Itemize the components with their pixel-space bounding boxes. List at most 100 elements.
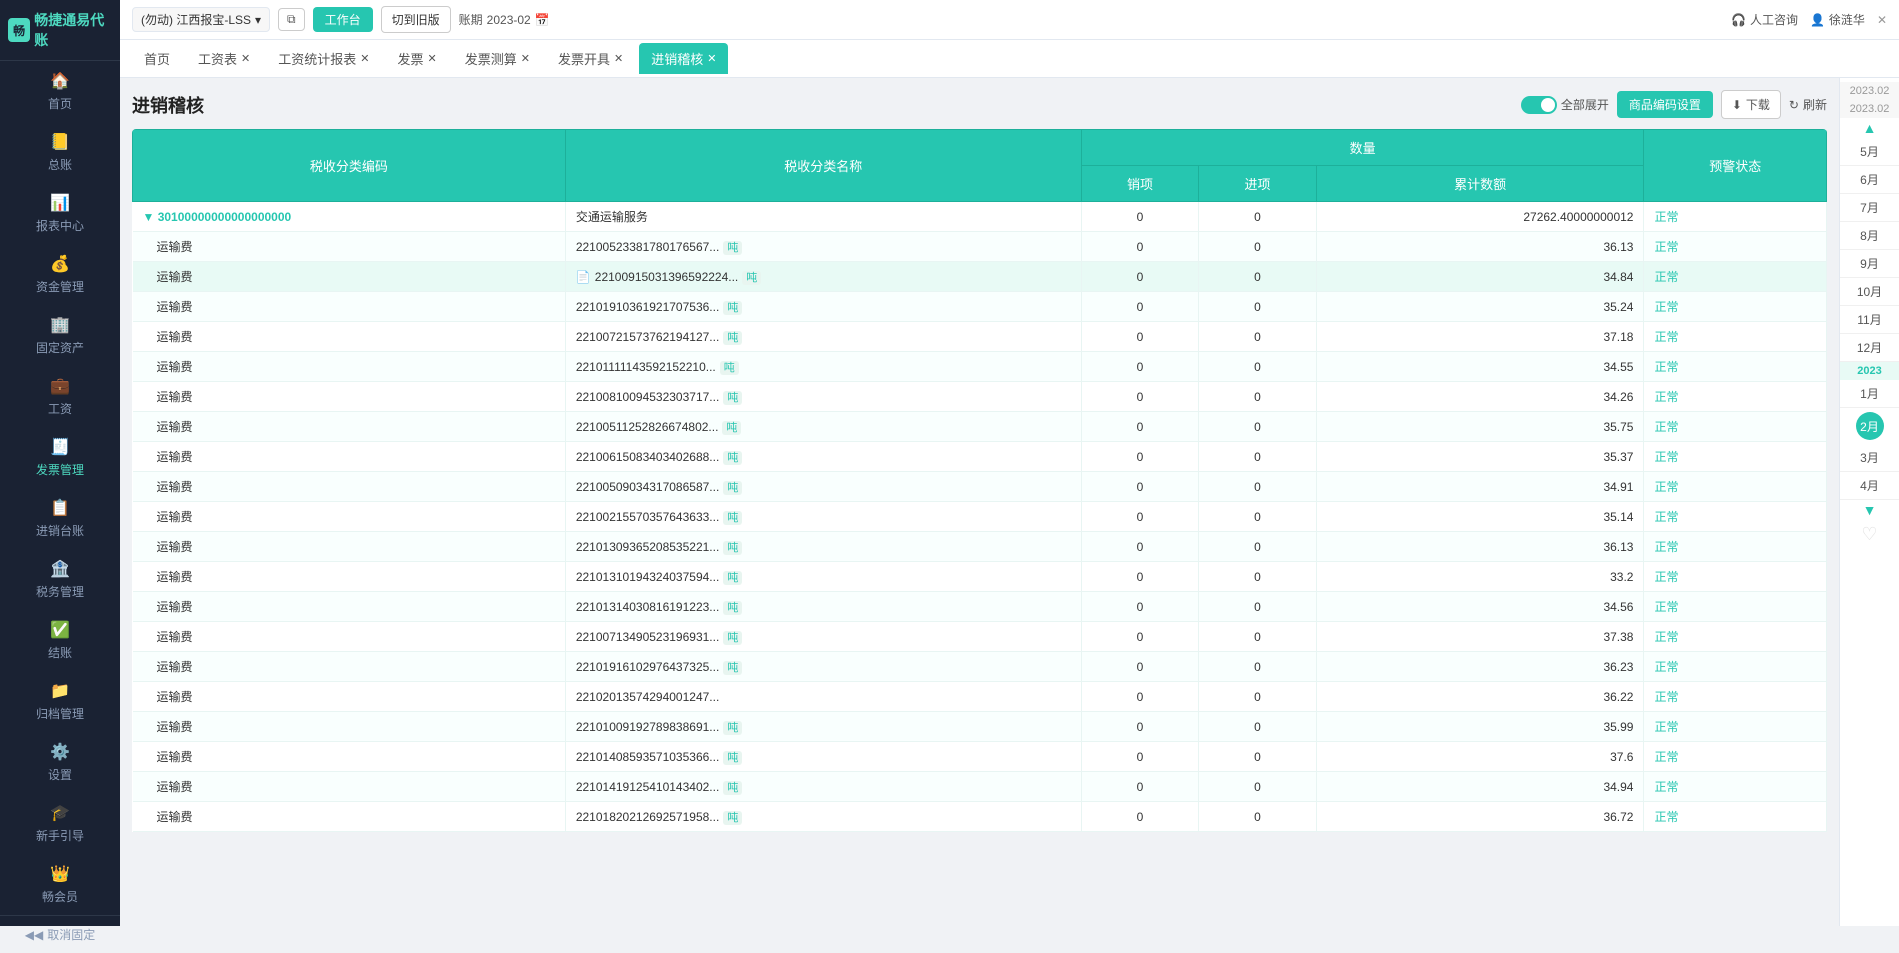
row-name: 运输费 [133,712,566,742]
expand-toggle-label: 全部展开 [1561,96,1609,113]
archive-icon: 📁 [50,681,70,701]
sidebar-item-ledger[interactable]: 📒 总账 [0,122,120,183]
right-panel-month-4[interactable]: 4月 [1840,472,1899,500]
download-button[interactable]: ⬇ 下载 [1721,90,1781,119]
sidebar-item-home[interactable]: 🏠 首页 [0,61,120,122]
tab-invoice[interactable]: 发票 ✕ [385,43,448,74]
panel-actions: 全部展开 商品编码设置 ⬇ 下载 ↻ 刷新 [1521,90,1827,119]
purchase-icon: 📋 [50,498,70,518]
tab-invoice-calc-label: 发票测算 [465,49,517,68]
sidebar-item-label: 首页 [48,95,72,112]
sidebar-item-settle[interactable]: ✅ 结账 [0,610,120,671]
topbar-right: 🎧 人工咨询 👤 徐涟华 ✕ [1731,11,1887,28]
tab-invoice-calc-close[interactable]: ✕ [521,52,530,65]
right-panel-month-7[interactable]: 7月 [1840,194,1899,222]
sidebar-footer-unpin[interactable]: ◀◀ 取消固定 [0,915,120,953]
support-button[interactable]: 🎧 人工咨询 [1731,11,1798,28]
expand-toggle[interactable] [1521,96,1557,114]
topbar-close-button[interactable]: ✕ [1877,13,1887,27]
sidebar-item-report[interactable]: 📊 报表中心 [0,183,120,244]
unit-tag: 吨 [723,601,742,615]
row-tax-code: 221007134905231969​31...吨 [565,622,1081,652]
sidebar-item-purchase[interactable]: 📋 进销台账 [0,488,120,549]
th-tax-code: 税收分类编码 [133,130,566,202]
row-sale: 0 [1081,592,1199,622]
expand-toggle-area[interactable]: 全部展开 [1521,96,1609,114]
row-sale: 0 [1081,382,1199,412]
company-selector[interactable]: (勿动) 江西报宝-LSS ▾ [132,7,270,32]
tab-reconcile-close[interactable]: ✕ [707,52,716,65]
tab-home[interactable]: 首页 [132,43,182,74]
sidebar-item-settings[interactable]: ⚙️ 设置 [0,732,120,793]
sidebar-item-archive[interactable]: 📁 归档管理 [0,671,120,732]
row-purchase: 0 [1199,592,1317,622]
row-status: 正常 [1644,742,1827,772]
row-tax-code: 221002155703576436​33...吨 [565,502,1081,532]
row-purchase: 0 [1199,262,1317,292]
right-panel-nav-down[interactable]: ▼ [1840,500,1899,520]
right-panel-month-9[interactable]: 9月 [1840,250,1899,278]
sidebar-item-label: 新手引导 [36,827,84,844]
tab-invoice-close[interactable]: ✕ [428,52,437,65]
row-tax-code: 221007215737621941​27...吨 [565,322,1081,352]
row-name: 运输费 [133,682,566,712]
row-cumulative: 34.94 [1316,772,1644,802]
collapse-icon[interactable]: ▼ 30100000000000000000 [143,210,292,224]
right-panel-month-1[interactable]: 1月 [1840,380,1899,408]
copy-button[interactable]: ⧉ [278,8,305,31]
tab-invoice-open[interactable]: 发票开具 ✕ [546,43,635,74]
user-avatar-icon: 👤 [1810,13,1825,27]
tab-salary-table-close[interactable]: ✕ [241,52,250,65]
right-calendar-panel: 2023.02 2023.02 ▲ 5月 6月 7月 8月 9月 10月 11月… [1839,78,1899,926]
period-label: 账期 [459,11,483,28]
row-cumulative: 37.38 [1316,622,1644,652]
user-area[interactable]: 👤 徐涟华 [1810,11,1865,28]
tab-invoice-calc[interactable]: 发票测算 ✕ [453,43,542,74]
row-sale: 0 [1081,412,1199,442]
tab-salary-report-close[interactable]: ✕ [360,52,369,65]
sidebar-item-member[interactable]: 👑 畅会员 [0,854,120,915]
sidebar-item-capital[interactable]: 💰 资金管理 [0,244,120,305]
right-panel-nav-up[interactable]: ▲ [1840,118,1899,138]
unit-tag: 吨 [723,511,742,525]
nav-up-button[interactable]: ▲ [1863,120,1877,136]
row-cumulative: 33.2 [1316,562,1644,592]
row-name: 运输费 [133,802,566,832]
row-purchase: 0 [1199,712,1317,742]
right-panel-month-5[interactable]: 5月 [1840,138,1899,166]
right-panel-year-2: 2023.02 [1840,100,1899,118]
tab-salary-report[interactable]: 工资统计报表 ✕ [266,43,381,74]
sidebar-item-invoice[interactable]: 🧾 发票管理 [0,427,120,488]
right-panel-month-8[interactable]: 8月 [1840,222,1899,250]
refresh-button[interactable]: ↻ 刷新 [1789,96,1827,113]
workspace-button[interactable]: 工作台 [313,7,373,32]
right-panel-month-2-active[interactable]: 2月 [1856,412,1884,440]
nav-down-button[interactable]: ▼ [1863,502,1877,518]
unit-tag: 吨 [723,721,742,735]
sidebar-item-asset[interactable]: 🏢 固定资产 [0,305,120,366]
row-tax-code: 221010091927898386​91...吨 [565,712,1081,742]
row-name: 运输费 [133,742,566,772]
right-panel-month-10[interactable]: 10月 [1840,278,1899,306]
row-cumulative: 36.22 [1316,682,1644,712]
sidebar-item-guide[interactable]: 🎓 新手引导 [0,793,120,854]
tab-invoice-open-close[interactable]: ✕ [614,52,623,65]
row-cumulative: 37.18 [1316,322,1644,352]
sidebar-item-tax[interactable]: 🏦 税务管理 [0,549,120,610]
tab-salary-table[interactable]: 工资表 ✕ [186,43,262,74]
period-value: 2023-02 [487,13,531,27]
refresh-label: 刷新 [1803,96,1827,113]
period-calendar-icon[interactable]: 📅 [535,13,550,27]
back-button[interactable]: 切到旧版 [381,6,451,33]
right-panel-month-3[interactable]: 3月 [1840,444,1899,472]
support-label: 人工咨询 [1750,11,1798,28]
right-panel-month-6[interactable]: 6月 [1840,166,1899,194]
app-name: 畅捷通易代账 [34,10,112,50]
right-panel-month-12[interactable]: 12月 [1840,334,1899,362]
right-panel-month-11[interactable]: 11月 [1840,306,1899,334]
heart-icon: ♡ [1840,520,1899,549]
sidebar-item-salary[interactable]: 💼 工资 [0,366,120,427]
group-tax-name: 交通运输服务 [565,202,1081,232]
product-code-settings-button[interactable]: 商品编码设置 [1617,91,1713,118]
tab-reconcile[interactable]: 进销稽核 ✕ [639,43,728,74]
